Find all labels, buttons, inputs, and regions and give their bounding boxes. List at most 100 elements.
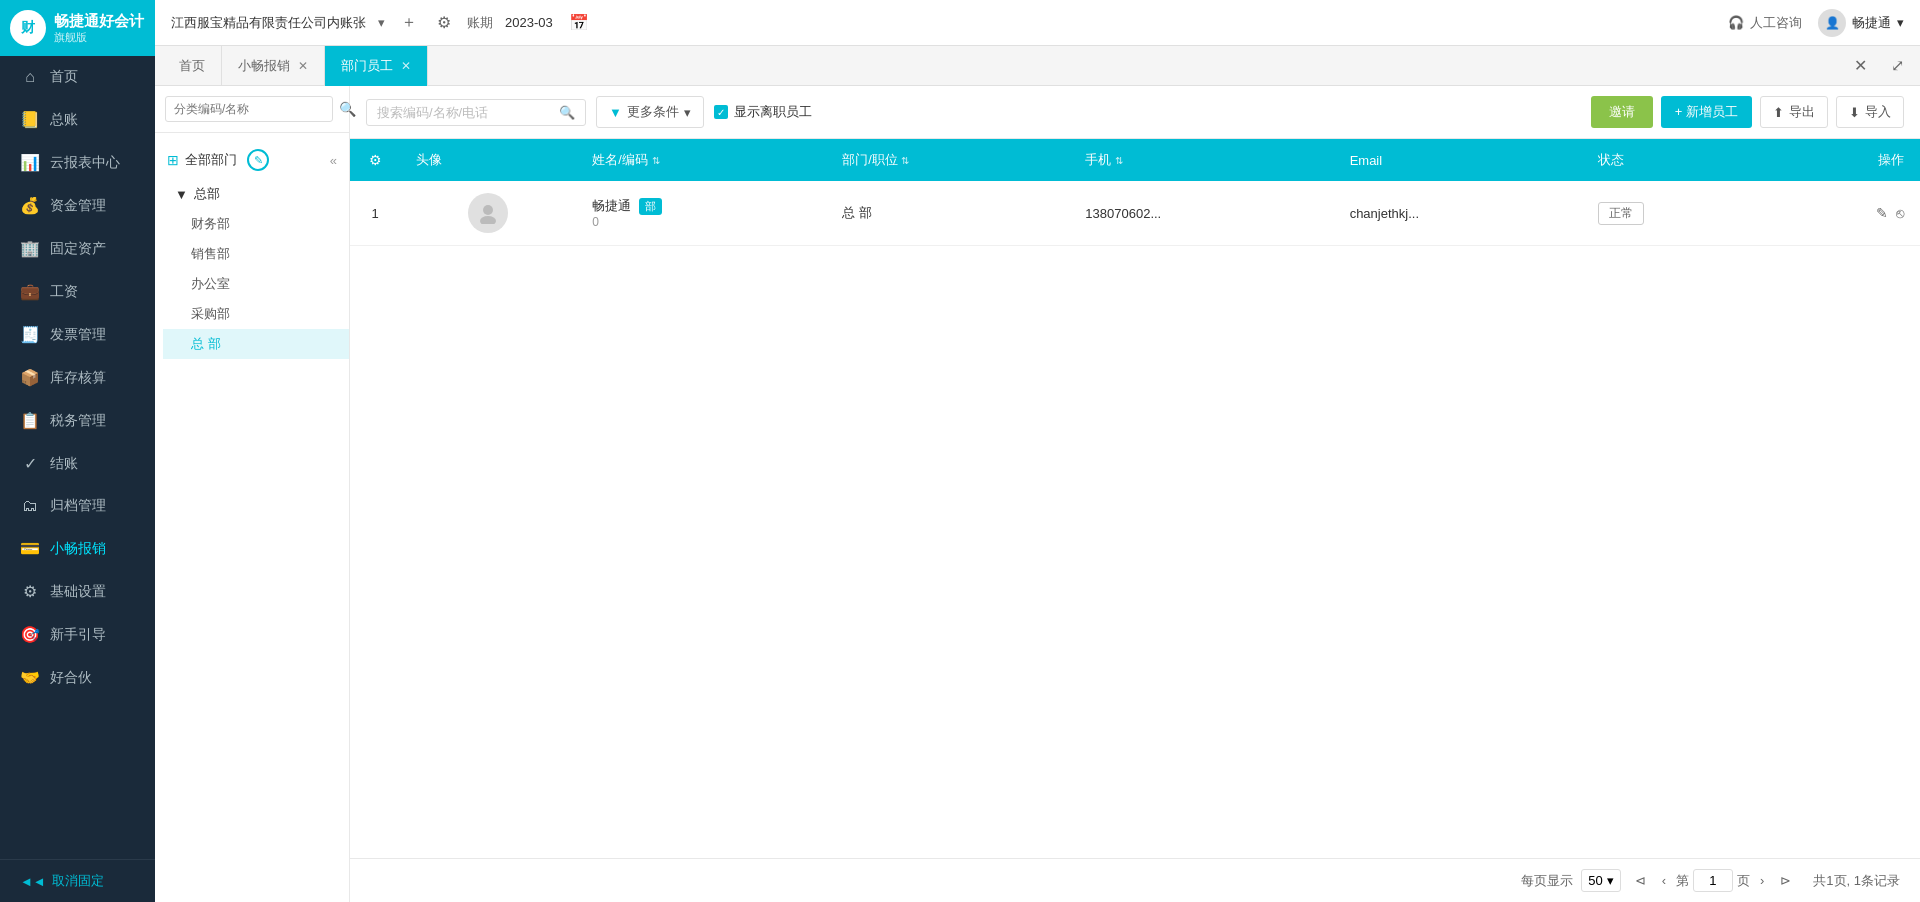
export-button[interactable]: ⬆ 导出: [1760, 96, 1828, 128]
user-dropdown-icon: ▾: [1897, 15, 1904, 30]
sidebar-item-label: 基础设置: [50, 583, 106, 601]
dept-search-area: 🔍: [155, 86, 349, 133]
checkbox-icon: ✓: [714, 105, 728, 119]
dept-group-root: ▼ 总部 财务部 销售部 办公室 采购部: [155, 179, 349, 359]
table-row: 1: [350, 181, 1920, 246]
invoice-icon: 🧾: [20, 325, 40, 344]
period-value: 2023-03: [505, 15, 553, 30]
dept-child-finance[interactable]: 财务部: [163, 209, 349, 239]
close-window-button[interactable]: ✕: [1846, 52, 1875, 79]
col-name[interactable]: 姓名/编码 ⇅: [576, 139, 826, 181]
sort-name-icon: ⇅: [652, 155, 660, 166]
prev-page-button[interactable]: ‹: [1656, 870, 1672, 891]
sidebar-item-label: 新手引导: [50, 626, 106, 644]
sidebar-item-tax[interactable]: 📋 税务管理: [0, 399, 155, 442]
import-button[interactable]: ⬇ 导入: [1836, 96, 1904, 128]
sidebar-item-xiaochang[interactable]: 💳 小畅报销: [0, 527, 155, 570]
show-resigned-checkbox[interactable]: ✓ 显示离职员工: [714, 103, 812, 121]
dept-edit-button[interactable]: ✎: [247, 149, 269, 171]
pagination-bar: 每页显示 50 ▾ ⊲ ‹ 第 页 › ⊳ 共1页, 1条记录: [350, 858, 1920, 902]
unpin-button[interactable]: ◄◄ 取消固定: [0, 859, 155, 902]
sidebar-item-home[interactable]: ⌂ 首页: [0, 56, 155, 98]
sidebar-item-salary[interactable]: 💼 工资: [0, 270, 155, 313]
per-page-select[interactable]: 50 ▾: [1581, 869, 1620, 892]
headset-icon: 🎧: [1728, 15, 1744, 30]
calendar-icon[interactable]: 📅: [565, 9, 593, 36]
logout-employee-button[interactable]: ⎋: [1896, 205, 1904, 221]
sidebar-item-ledger[interactable]: 📒 总账: [0, 98, 155, 141]
settings-button[interactable]: ⚙: [433, 9, 455, 36]
sidebar-item-label: 好合伙: [50, 669, 92, 687]
sidebar-item-label: 小畅报销: [50, 540, 106, 558]
sidebar-item-fixed-assets[interactable]: 🏢 固定资产: [0, 227, 155, 270]
dept-child-purchase[interactable]: 采购部: [163, 299, 349, 329]
sidebar-item-label: 固定资产: [50, 240, 106, 258]
page-label: 第: [1676, 872, 1689, 890]
all-dept-item[interactable]: ⊞ 全部部门 ✎ «: [155, 141, 349, 179]
sidebar-item-funds[interactable]: 💰 资金管理: [0, 184, 155, 227]
col-dept[interactable]: 部门/职位 ⇅: [826, 139, 1069, 181]
next-page-button[interactable]: ›: [1754, 870, 1770, 891]
row-status: 正常: [1582, 181, 1773, 246]
col-status: 状态: [1582, 139, 1773, 181]
collapse-icon[interactable]: «: [330, 153, 337, 168]
sidebar-item-label: 资金管理: [50, 197, 106, 215]
tab-xiaochang[interactable]: 小畅报销 ✕: [222, 46, 325, 86]
col-phone[interactable]: 手机 ⇅: [1069, 139, 1333, 181]
fixed-assets-icon: 🏢: [20, 239, 40, 258]
toolbar-right: 邀请 + 新增员工 ⬆ 导出 ⬇ 导入: [1591, 96, 1904, 128]
tab-home[interactable]: 首页: [163, 46, 222, 86]
dept-search-input[interactable]: [165, 96, 333, 122]
tab-dept-employee[interactable]: 部门员工 ✕: [325, 46, 428, 86]
add-employee-button[interactable]: + 新增员工: [1661, 96, 1752, 128]
page-nav: ⊲ ‹ 第 页 › ⊳: [1629, 869, 1798, 892]
period-label: 账期: [467, 14, 493, 32]
close-tab-xiaochang-button[interactable]: ✕: [298, 59, 308, 73]
search-icon[interactable]: 🔍: [559, 105, 575, 120]
sidebar-item-guide[interactable]: 🎯 新手引导: [0, 613, 155, 656]
top-bar: 江西服宝精品有限责任公司内账张 ▾ ＋ ⚙ 账期 2023-03 📅 🎧 人工咨…: [155, 0, 1920, 46]
maximize-button[interactable]: ⤢: [1883, 52, 1912, 79]
sidebar-item-invoice[interactable]: 🧾 发票管理: [0, 313, 155, 356]
page-content: 🔍 ⊞ 全部部门 ✎ « ▼ 总部 财务部: [155, 86, 1920, 902]
company-dropdown-button[interactable]: ▾: [378, 15, 385, 30]
dept-child-office[interactable]: 办公室: [163, 269, 349, 299]
edit-employee-button[interactable]: ✎: [1876, 205, 1888, 221]
sidebar-nav: ⌂ 首页 📒 总账 📊 云报表中心 💰 资金管理 🏢 固定资产 💼 工资 🧾 发…: [0, 56, 155, 859]
sidebar-item-archive[interactable]: 🗂 归档管理: [0, 485, 155, 527]
dept-parent-root[interactable]: ▼ 总部: [163, 179, 349, 209]
salary-icon: 💼: [20, 282, 40, 301]
service-button[interactable]: 🎧 人工咨询: [1728, 14, 1802, 32]
row-email: chanjethkj...: [1334, 181, 1582, 246]
close-tab-dept-button[interactable]: ✕: [401, 59, 411, 73]
sidebar-item-label: 总账: [50, 111, 78, 129]
invite-button[interactable]: 邀请: [1591, 96, 1653, 128]
dept-child-sales[interactable]: 销售部: [163, 239, 349, 269]
sidebar-item-settings[interactable]: ⚙ 基础设置: [0, 570, 155, 613]
add-tab-button[interactable]: ＋: [397, 8, 421, 37]
main-area: 江西服宝精品有限责任公司内账张 ▾ ＋ ⚙ 账期 2023-03 📅 🎧 人工咨…: [155, 0, 1920, 902]
first-page-button[interactable]: ⊲: [1629, 870, 1652, 891]
more-filter-button[interactable]: ▼ 更多条件 ▾: [596, 96, 704, 128]
sidebar-item-checkout[interactable]: ✓ 结账: [0, 442, 155, 485]
left-panel: 🔍 ⊞ 全部部门 ✎ « ▼ 总部 财务部: [155, 86, 350, 902]
page-input[interactable]: [1693, 869, 1733, 892]
employee-code: 0: [592, 215, 810, 229]
filter-icon: ▼: [609, 105, 622, 120]
col-settings[interactable]: ⚙: [350, 139, 400, 181]
gear-icon[interactable]: ⚙: [369, 152, 382, 168]
employee-search-input[interactable]: [377, 105, 553, 120]
tab-xiaochang-label: 小畅报销: [238, 57, 290, 75]
filter-label: 更多条件: [627, 103, 679, 121]
dept-child-general[interactable]: 总 部: [163, 329, 349, 359]
user-menu[interactable]: 👤 畅捷通 ▾: [1818, 9, 1904, 37]
sidebar-item-inventory[interactable]: 📦 库存核算: [0, 356, 155, 399]
sidebar-item-cooperate[interactable]: 🤝 好合伙: [0, 656, 155, 699]
dept-child-label: 办公室: [191, 276, 230, 291]
employee-table-container: ⚙ 头像 姓名/编码 ⇅ 部门/职位 ⇅: [350, 139, 1920, 858]
sidebar-item-reports[interactable]: 📊 云报表中心: [0, 141, 155, 184]
last-page-button[interactable]: ⊳: [1774, 870, 1797, 891]
row-dept: 总 部: [826, 181, 1069, 246]
avatar: 👤: [1818, 9, 1846, 37]
dept-tree: ⊞ 全部部门 ✎ « ▼ 总部 财务部 销售部: [155, 133, 349, 902]
